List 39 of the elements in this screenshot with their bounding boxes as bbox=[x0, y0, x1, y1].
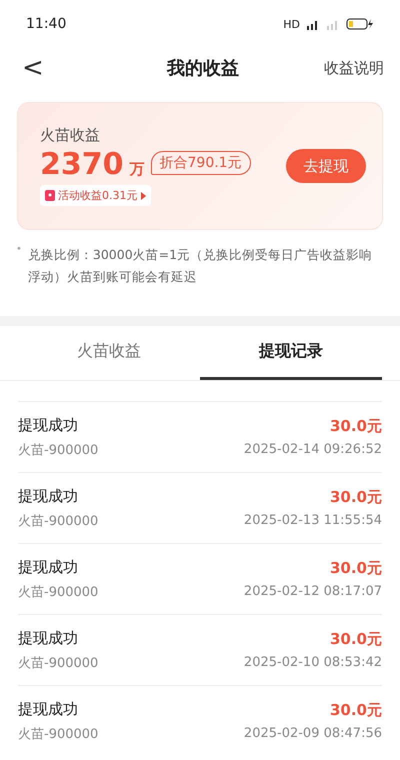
activity-earnings-button[interactable]: 活动收益0.31元 bbox=[40, 185, 150, 206]
record-time: 2025-02-10 08:53:42 bbox=[244, 655, 382, 670]
signal-icon bbox=[326, 18, 340, 30]
record-status: 提现成功 bbox=[18, 628, 78, 648]
record-amount: 30.0元 bbox=[330, 630, 382, 649]
bullet-mark: • bbox=[16, 244, 22, 257]
record-status: 提现成功 bbox=[18, 416, 78, 434]
battery-icon bbox=[346, 18, 374, 30]
equivalent-value: 折合790.1元 bbox=[150, 151, 251, 175]
record-time: 2025-02-13 11:55:54 bbox=[244, 513, 382, 528]
record-amount: 30.0元 bbox=[330, 701, 382, 720]
record-detail: 火苗-900000 bbox=[18, 726, 98, 742]
back-button[interactable]: < bbox=[22, 53, 42, 83]
record-time: 2025-02-09 08:47:56 bbox=[244, 726, 382, 741]
record-amount: 30.0元 bbox=[330, 417, 382, 436]
record-detail: 火苗-900000 bbox=[18, 654, 98, 672]
record-time: 2025-02-12 08:17:07 bbox=[244, 584, 382, 599]
record-status: 提现成功 bbox=[18, 486, 78, 506]
envelope-icon bbox=[45, 190, 55, 201]
record-time: 2025-02-14 09:26:52 bbox=[244, 442, 382, 457]
record-amount: 30.0元 bbox=[330, 488, 382, 507]
page-title: 我的收益 bbox=[167, 57, 239, 80]
record-status: 提现成功 bbox=[18, 700, 78, 718]
status-time: 11:40 bbox=[26, 16, 66, 32]
earnings-info-link[interactable]: 收益说明 bbox=[324, 58, 384, 78]
card-label: 火苗收益 bbox=[40, 126, 101, 145]
record-status: 提现成功 bbox=[18, 558, 78, 576]
tab[interactable]: 火苗收益 bbox=[18, 326, 200, 380]
earnings-amount: 2370 bbox=[40, 147, 124, 183]
record-amount: 30.0元 bbox=[330, 559, 382, 578]
caret-icon bbox=[140, 192, 146, 200]
record-detail: 火苗-900000 bbox=[18, 442, 98, 458]
exchange-note: 兑换比例：30000火苗=1元（兑换比例受每日广告收益影响浮动）火苗到账可能会有延迟 bbox=[28, 246, 374, 286]
amount-unit: 万 bbox=[130, 160, 144, 179]
record-detail: 火苗-900000 bbox=[18, 512, 98, 530]
tab[interactable]: 提现记录 bbox=[200, 326, 382, 380]
record-detail: 火苗-900000 bbox=[18, 584, 98, 600]
network-label: HD bbox=[283, 18, 300, 30]
signal-icon bbox=[306, 18, 320, 30]
